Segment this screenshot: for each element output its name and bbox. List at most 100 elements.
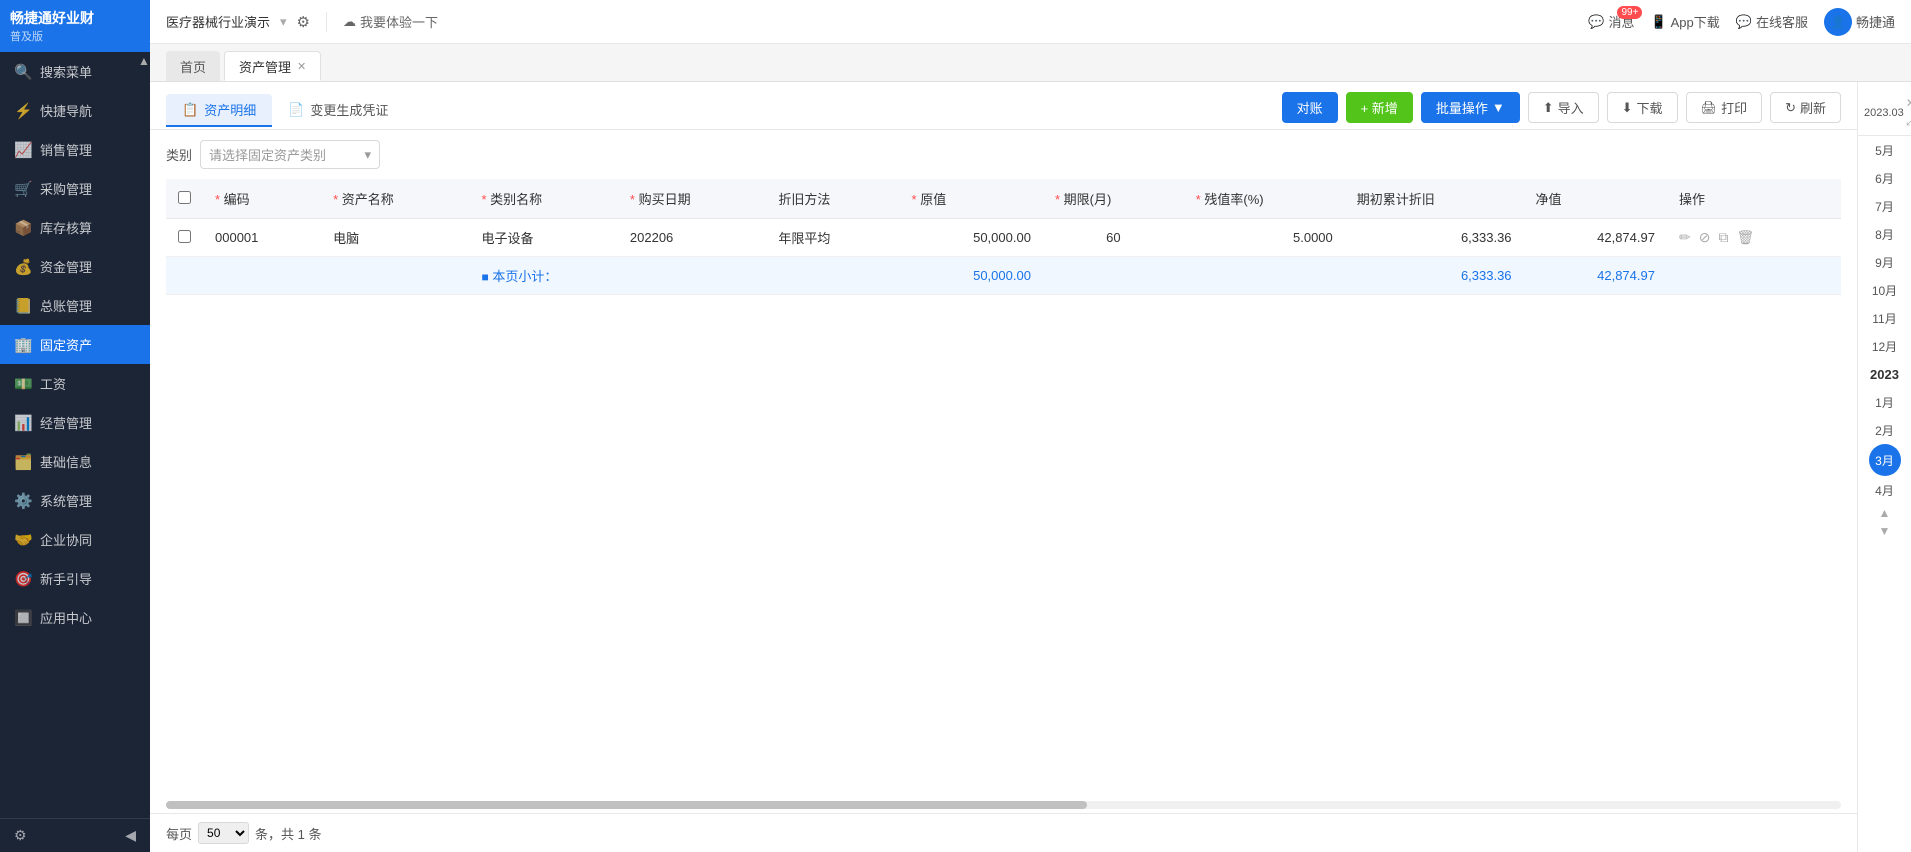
- month-item-prev-10月[interactable]: 10月: [1865, 276, 1905, 304]
- refresh-label: 刷新: [1800, 98, 1826, 117]
- sidebar-item-经营管理[interactable]: 📊经营管理: [0, 403, 150, 442]
- sidebar-label-14: 应用中心: [40, 608, 92, 627]
- user-area[interactable]: 👤 畅捷通: [1824, 8, 1895, 36]
- dl-label: 下载: [1637, 98, 1663, 117]
- import-icon: ⬆: [1543, 100, 1554, 116]
- refresh-btn[interactable]: ↻ 刷新: [1770, 92, 1841, 123]
- subtab-voucher[interactable]: 📄 变更生成凭证: [272, 94, 404, 127]
- message-btn[interactable]: 💬 消息 99+: [1588, 12, 1634, 31]
- asset-table-wrapper: 编码 资产名称 类别名称 购买日期 折旧方法 原值 期限(月) 残值率(%) 期…: [150, 179, 1857, 797]
- collapse-icon[interactable]: ◀: [125, 827, 136, 844]
- sidebar-label-8: 工资: [40, 374, 66, 393]
- bottom-bar: 每页 50 100 条，共 1 条: [150, 813, 1857, 852]
- tab-assets[interactable]: 资产管理 ✕: [224, 51, 321, 81]
- sidebar-label-6: 总账管理: [40, 296, 92, 315]
- horizontal-scrollbar[interactable]: [166, 801, 1841, 809]
- sidebar-item-新手引导[interactable]: 🎯新手引导: [0, 559, 150, 598]
- asset-table: 编码 资产名称 类别名称 购买日期 折旧方法 原值 期限(月) 残值率(%) 期…: [166, 179, 1841, 295]
- panel-down-btn[interactable]: ▼: [1877, 522, 1893, 540]
- delete-icon[interactable]: 🗑: [1736, 229, 1754, 246]
- copy-icon[interactable]: ⊘: [1699, 229, 1711, 246]
- sidebar-icon-0: 🔍: [14, 63, 32, 81]
- print-btn[interactable]: 🖨 打印: [1686, 92, 1763, 123]
- panel-expand-btn[interactable]: ⤢: [1904, 112, 1911, 131]
- download-btn[interactable]: 📱 App下载: [1650, 12, 1719, 31]
- sidebar-item-工资[interactable]: 💵 工资: [0, 364, 150, 403]
- per-page-label: 每页: [166, 824, 192, 843]
- subtotal-action: [1667, 257, 1841, 295]
- edit-icon[interactable]: ✏: [1679, 229, 1691, 246]
- month-item-3月[interactable]: 3月: [1869, 444, 1901, 476]
- sidebar-label-13: 新手引导: [40, 569, 92, 588]
- category-select[interactable]: 请选择固定资产类别 ▾: [200, 140, 380, 169]
- right-panel-top: 2023.03 ✕ ⤢: [1858, 90, 1911, 136]
- subtotal-empty2: [321, 257, 469, 295]
- panel-close-btn[interactable]: ✕: [1904, 94, 1911, 112]
- trial-text[interactable]: 我要体验一下: [360, 12, 438, 31]
- sidebar-icon-4: 📦: [14, 219, 32, 237]
- topbar: 医疗器械行业演示 ▾ ⚙ ☁ 我要体验一下 💬 消息 99+ 📱 App下载 💬…: [150, 0, 1911, 44]
- sidebar-item-搜索菜单[interactable]: 🔍 搜索菜单: [0, 52, 150, 91]
- sidebar-icon-8: 💵: [14, 375, 32, 393]
- download-btn[interactable]: ⬇ 下载: [1607, 92, 1678, 123]
- filter-row: 类别 请选择固定资产类别 ▾: [150, 130, 1857, 179]
- panel-up-btn[interactable]: ▲: [1877, 504, 1893, 522]
- month-item-prev-7月[interactable]: 7月: [1865, 192, 1905, 220]
- sidebar-item-资金管理[interactable]: 💰资金管理: [0, 247, 150, 286]
- company-name[interactable]: 医疗器械行业演示: [166, 12, 270, 31]
- th-category: 类别名称: [470, 179, 618, 219]
- subtotal-original-value: 50,000.00: [900, 257, 1043, 295]
- month-item-4月[interactable]: 4月: [1865, 476, 1905, 504]
- import-btn[interactable]: ⬆ 导入: [1528, 92, 1599, 123]
- sidebar-label-0: 搜索菜单: [40, 62, 92, 81]
- sidebar-item-销售管理[interactable]: 📈销售管理: [0, 130, 150, 169]
- tabbar: 首页 资产管理 ✕: [150, 44, 1911, 82]
- account-btn[interactable]: 对账: [1282, 92, 1338, 123]
- month-item-prev-8月[interactable]: 8月: [1865, 220, 1905, 248]
- month-item-prev-5月[interactable]: 5月: [1865, 136, 1905, 164]
- month-item-prev-11月[interactable]: 11月: [1865, 304, 1905, 332]
- content-area: 📋 资产明细 📄 变更生成凭证 对账 + 新增 批量操作 ▼: [150, 82, 1911, 852]
- duplicate-icon[interactable]: ⧉: [1718, 229, 1728, 246]
- month-item-prev-6月[interactable]: 6月: [1865, 164, 1905, 192]
- tab-assets-label: 资产管理: [239, 57, 291, 76]
- tab-close-icon[interactable]: ✕: [297, 60, 306, 73]
- new-btn[interactable]: + 新增: [1346, 92, 1413, 123]
- month-item-prev-9月[interactable]: 9月: [1865, 248, 1905, 276]
- month-item-prev-12月[interactable]: 12月: [1865, 332, 1905, 360]
- select-all-checkbox[interactable]: [178, 191, 191, 204]
- sidebar-item-库存核算[interactable]: 📦 库存核算: [0, 208, 150, 247]
- sidebar-item-应用中心[interactable]: 🔲应用中心: [0, 598, 150, 637]
- month-item-1月[interactable]: 1月: [1865, 388, 1905, 416]
- row-checkbox-0[interactable]: [178, 230, 191, 243]
- company-dropdown-icon[interactable]: ▾: [280, 14, 287, 30]
- subtab-voucher-icon: 📄: [288, 102, 304, 118]
- sidebar-icon-10: 🗂️: [14, 453, 32, 471]
- month-item-2月[interactable]: 2月: [1865, 416, 1905, 444]
- sidebar-item-企业协同[interactable]: 🤝企业协同: [0, 520, 150, 559]
- cell-period: 60: [1043, 219, 1184, 257]
- cell-code: 000001: [203, 219, 321, 257]
- sidebar-item-基础信息[interactable]: 🗂️基础信息: [0, 442, 150, 481]
- settings-gear-icon[interactable]: ⚙: [297, 13, 310, 31]
- batch-btn[interactable]: 批量操作 ▼: [1421, 92, 1520, 123]
- sidebar-item-系统管理[interactable]: ⚙️系统管理: [0, 481, 150, 520]
- sidebar-label-12: 企业协同: [40, 530, 92, 549]
- sidebar-label-4: 库存核算: [40, 218, 92, 237]
- month-list: 5月6月7月8月9月10月11月12月20231月2月3月4月▲▼: [1858, 136, 1911, 540]
- sidebar-item-总账管理[interactable]: 📒总账管理: [0, 286, 150, 325]
- service-btn[interactable]: 💬 在线客服: [1736, 12, 1808, 31]
- tab-home-label: 首页: [180, 57, 206, 76]
- per-page-select[interactable]: 50 100: [198, 822, 249, 844]
- message-icon: 💬: [1588, 14, 1604, 30]
- sidebar-item-采购管理[interactable]: 🛒采购管理: [0, 169, 150, 208]
- category-placeholder: 请选择固定资产类别: [209, 145, 326, 164]
- tab-home[interactable]: 首页: [166, 51, 220, 81]
- subtab-asset-detail[interactable]: 📋 资产明细: [166, 94, 272, 127]
- sidebar-icon-7: 🏢: [14, 336, 32, 354]
- sidebar-scroll-up[interactable]: ▲: [136, 52, 152, 70]
- sidebar-icon-1: ⚡: [14, 102, 32, 120]
- sidebar-item-固定资产[interactable]: 🏢固定资产: [0, 325, 150, 364]
- sidebar-item-快捷导航[interactable]: ⚡快捷导航: [0, 91, 150, 130]
- settings-icon[interactable]: ⚙: [14, 827, 27, 844]
